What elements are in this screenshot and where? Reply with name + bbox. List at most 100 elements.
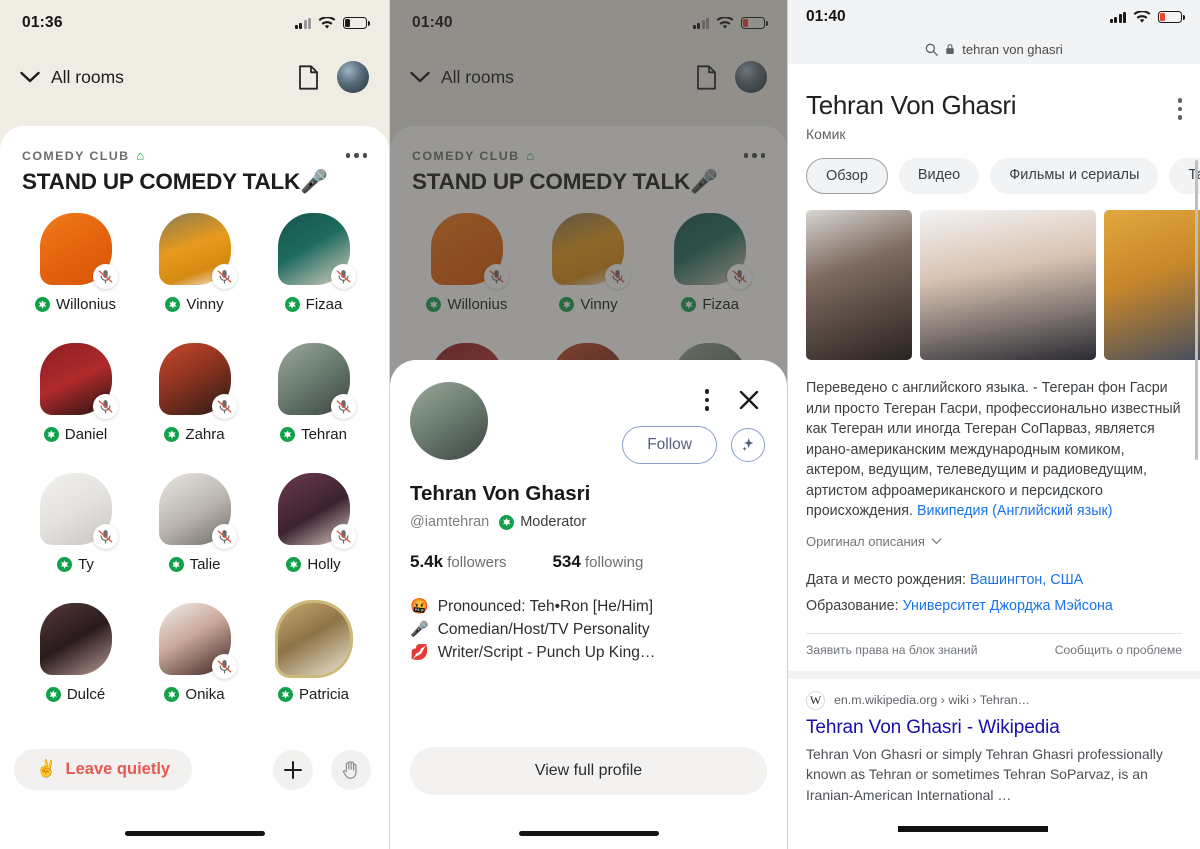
- moderator-badge-icon: [499, 514, 515, 530]
- profile-avatar[interactable]: [337, 61, 369, 93]
- speaker-avatar-wrap[interactable]: [277, 473, 356, 549]
- fact-value-link[interactable]: Вашингтон, США: [970, 572, 1083, 588]
- result-snippet: Tehran Von Ghasri or simply Tehran Ghasr…: [806, 745, 1163, 803]
- speaker-avatar-wrap[interactable]: [277, 343, 356, 419]
- view-full-profile-button[interactable]: View full profile: [410, 747, 767, 795]
- house-icon: ⌂: [136, 148, 146, 163]
- claim-knowledge-panel-link[interactable]: Заявить права на блок знаний: [806, 643, 978, 657]
- knowledge-header: Tehran Von Ghasri Комик: [806, 90, 1182, 142]
- speaker-cell[interactable]: Vinny: [135, 213, 254, 343]
- add-people-button[interactable]: [273, 749, 313, 790]
- knowledge-chip[interactable]: Обзор: [806, 158, 888, 194]
- lock-icon: [946, 44, 955, 54]
- raise-hand-icon: [342, 760, 357, 779]
- speaker-avatar-wrap[interactable]: [277, 213, 356, 289]
- moderator-badge-icon: [280, 427, 296, 442]
- speaker-avatar-wrap[interactable]: [158, 473, 237, 549]
- speaker-avatar-wrap[interactable]: [277, 603, 350, 675]
- speaker-name-row: Dulcé: [45, 686, 105, 703]
- result-source[interactable]: W en.m.wikipedia.org › wiki › Tehran…: [806, 690, 1182, 710]
- result-title-link[interactable]: Tehran Von Ghasri - Wikipedia: [806, 717, 1182, 739]
- search-result-item: W en.m.wikipedia.org › wiki › Tehran… Te…: [788, 679, 1200, 832]
- speaker-cell[interactable]: Holly: [254, 473, 373, 603]
- speaker-name-row: Willonius: [34, 296, 116, 313]
- leave-quietly-button[interactable]: ✌️ Leave quietly: [14, 749, 193, 790]
- raise-hand-button[interactable]: [331, 749, 371, 790]
- profile-more-button[interactable]: [704, 389, 709, 411]
- omnibox-query: tehran von ghasri: [962, 41, 1063, 57]
- knowledge-chip[interactable]: Видео: [898, 158, 980, 194]
- room-title-text: STAND UP COMEDY TALK: [22, 169, 301, 194]
- nav-bar-1: All rooms: [0, 46, 389, 108]
- knowledge-chip[interactable]: Фильмы и сериалы: [990, 158, 1159, 194]
- following-value: 534: [552, 552, 581, 571]
- knowledge-image-carousel[interactable]: [788, 210, 1200, 360]
- speaker-cell[interactable]: Willonius: [16, 213, 135, 343]
- speaker-cell[interactable]: Zahra: [135, 343, 254, 473]
- following-stat[interactable]: 534 following: [552, 552, 643, 572]
- speaker-name-row: Ty: [57, 556, 94, 573]
- speaker-cell[interactable]: Tehran: [254, 343, 373, 473]
- speaker-cell[interactable]: Talie: [135, 473, 254, 603]
- muted-mic-icon: [330, 394, 356, 419]
- muted-mic-icon: [330, 264, 356, 289]
- original-description-toggle[interactable]: Оригинал описания: [788, 522, 1200, 549]
- battery-icon: [1158, 11, 1185, 23]
- muted-mic-icon: [92, 264, 118, 289]
- speaker-avatar-wrap[interactable]: [158, 213, 237, 289]
- knowledge-footer: Заявить права на блок знаний Сообщить о …: [788, 634, 1200, 657]
- room-overflow-button[interactable]: [345, 153, 367, 158]
- profile-card: Follow Tehran Von Ghasri @iamtehran Mode…: [390, 360, 787, 849]
- fact-label: Образование:: [806, 597, 899, 614]
- knowledge-more-button[interactable]: [1177, 98, 1182, 120]
- knowledge-facts: Дата и место рождения: Вашингтон, США Обр…: [788, 549, 1200, 619]
- carousel-image-3[interactable]: [1104, 210, 1200, 360]
- omnibox[interactable]: tehran von ghasri: [788, 34, 1200, 64]
- speaker-cell[interactable]: Onika: [135, 603, 254, 733]
- speaker-name-row: Vinny: [165, 296, 224, 313]
- speaker-cell[interactable]: Fizaa: [254, 213, 373, 343]
- carousel-image-1[interactable]: [806, 210, 912, 360]
- muted-mic-icon: [211, 654, 237, 679]
- speaker-avatar[interactable]: [277, 603, 350, 675]
- speaker-cell[interactable]: Dulcé: [16, 603, 135, 733]
- bio-emoji: 🎤: [410, 621, 429, 638]
- leave-quietly-label: Leave quietly: [65, 760, 171, 778]
- speaker-avatar-wrap[interactable]: [39, 343, 118, 419]
- room-toolbar-1: ✌️ Leave quietly: [0, 731, 389, 849]
- follow-button[interactable]: Follow: [622, 426, 717, 464]
- panel-club-room: 01:36 All rooms COMEDY CLUB ⌂ STAND UP C…: [0, 0, 389, 849]
- speaker-cell[interactable]: Patricia: [254, 603, 373, 733]
- knowledge-title: Tehran Von Ghasri: [806, 90, 1017, 120]
- profile-stats: 5.4k followers 534 following: [390, 530, 787, 572]
- close-icon[interactable]: [737, 388, 761, 412]
- speaker-avatar-wrap[interactable]: [158, 603, 237, 679]
- knowledge-description-text: Переведено с английского языка. - Тегера…: [806, 380, 1181, 519]
- moderator-badge-icon: [164, 687, 180, 702]
- fact-value-link[interactable]: Университет Джорджа Мэйсона: [903, 598, 1113, 614]
- speaker-cell[interactable]: Daniel: [16, 343, 135, 473]
- speaker-avatar-wrap[interactable]: [158, 343, 237, 419]
- page-scrollbar[interactable]: [1195, 160, 1198, 460]
- speaker-name-row: Onika: [164, 686, 225, 703]
- carousel-image-2[interactable]: [920, 210, 1096, 360]
- moderator-badge-icon: [43, 427, 59, 442]
- speaker-avatar-wrap[interactable]: [39, 473, 118, 549]
- knowledge-source-link[interactable]: Википедия (Английский язык): [917, 503, 1113, 519]
- nav-actions-1: [298, 61, 369, 93]
- speaker-cell[interactable]: Ty: [16, 473, 135, 603]
- profile-card-avatar[interactable]: [410, 382, 488, 460]
- muted-mic-icon: [211, 524, 237, 549]
- speaker-avatar-wrap[interactable]: [39, 603, 112, 675]
- followers-stat[interactable]: 5.4k followers: [410, 552, 506, 572]
- all-rooms-button[interactable]: All rooms: [20, 67, 124, 88]
- speaker-avatar-wrap[interactable]: [39, 213, 118, 289]
- home-indicator-2: [518, 831, 659, 836]
- sparkle-icon[interactable]: [731, 428, 765, 462]
- speaker-name: Zahra: [185, 426, 225, 443]
- cellular-signal-icon: [1109, 11, 1126, 23]
- document-icon[interactable]: [298, 64, 319, 90]
- wifi-icon: [318, 16, 336, 29]
- report-problem-link[interactable]: Сообщить о проблеме: [1055, 643, 1182, 657]
- speaker-avatar[interactable]: [39, 603, 112, 675]
